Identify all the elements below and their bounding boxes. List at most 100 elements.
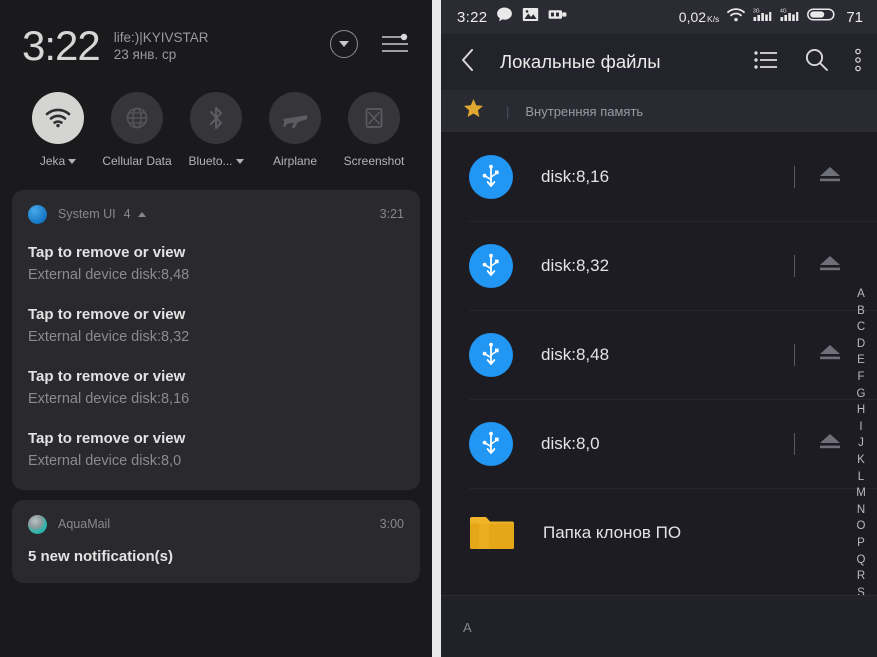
usb-drive-icon: [469, 243, 513, 288]
chevron-down-circle-icon[interactable]: [330, 30, 358, 58]
alpha-index-letter[interactable]: H: [857, 402, 865, 419]
alpha-index-letter[interactable]: P: [857, 535, 865, 552]
alpha-index-letter[interactable]: J: [858, 435, 864, 452]
svg-text:4G: 4G: [780, 9, 787, 15]
alpha-index-letter[interactable]: E: [857, 352, 865, 369]
quick-tile-cellular[interactable]: Cellular Data: [102, 92, 172, 168]
breadcrumb[interactable]: | Внутренняя память: [441, 90, 877, 132]
alpha-index-letter[interactable]: R: [857, 568, 865, 585]
eject-icon[interactable]: [817, 165, 843, 188]
file-row-actions: [794, 165, 877, 188]
notification-subtitle: External device disk:8,32: [28, 329, 190, 345]
breadcrumb-path[interactable]: Внутренняя память: [525, 104, 643, 119]
row-divider: [794, 165, 795, 188]
alpha-index-letter[interactable]: B: [857, 303, 865, 320]
quick-tile-airplane[interactable]: Airplane: [261, 92, 329, 168]
alpha-index-letter[interactable]: I: [859, 419, 862, 436]
more-vertical-icon[interactable]: [855, 48, 861, 77]
signal-3g-icon: 3G: [753, 7, 772, 27]
section-header-letter: A: [463, 620, 472, 635]
screenshot-root: 3:22 life:)|KYIVSTAR 23 янв. ср Jeka Cel…: [0, 0, 877, 657]
signal-4g-icon: 4G: [780, 7, 799, 27]
notification-item[interactable]: Tap to remove or view External device di…: [28, 304, 404, 348]
wifi-icon: [727, 7, 746, 27]
shade-header: 3:22 life:)|KYIVSTAR 23 янв. ср: [0, 0, 432, 68]
aquamail-app-icon: [28, 514, 47, 534]
quick-tile-wifi[interactable]: Jeka: [24, 92, 92, 168]
notification-count: 4: [123, 207, 131, 221]
file-manager-toolbar: Локальные файлы: [441, 34, 877, 90]
sliders-icon[interactable]: [380, 32, 410, 56]
folder-icon: [469, 514, 515, 552]
file-row[interactable]: disk:8,0: [441, 399, 877, 488]
carrier-label: life:)|KYIVSTAR: [113, 30, 209, 45]
airplane-label-text: Airplane: [272, 154, 318, 168]
alpha-index-letter[interactable]: G: [857, 386, 866, 403]
file-name: disk:8,0: [541, 433, 600, 453]
quick-tile-screenshot[interactable]: Screenshot: [340, 92, 408, 168]
notification-body: 5 new notification(s): [28, 548, 174, 565]
alpha-index-letter[interactable]: A: [857, 286, 865, 303]
notification-title: Tap to remove or view: [28, 306, 186, 323]
notification-title: Tap to remove or view: [28, 368, 186, 385]
notification-title: Tap to remove or view: [28, 244, 186, 261]
eject-icon[interactable]: [817, 432, 843, 455]
notification-item[interactable]: Tap to remove or view External device di…: [28, 428, 404, 472]
row-divider: [794, 254, 795, 277]
usb-drive-icon: [469, 154, 513, 199]
notification-item[interactable]: Tap to remove or view External device di…: [28, 242, 404, 286]
file-name: disk:8,16: [541, 166, 610, 186]
shade-clock-meta: life:)|KYIVSTAR 23 янв. ср: [114, 24, 330, 63]
list-view-icon[interactable]: [754, 50, 778, 75]
data-speed-unit: K/s: [707, 14, 720, 24]
file-row[interactable]: disk:8,48: [441, 310, 877, 399]
notification-card-systemui[interactable]: System UI 4 3:21 Tap to remove or view E…: [12, 190, 420, 490]
chevron-left-icon[interactable]: [453, 43, 482, 82]
row-divider: [794, 432, 795, 455]
usb-drive-icon: [469, 421, 513, 466]
status-bar: 3:22 0,02 K/s 3G 4G 71: [441, 0, 877, 34]
chevron-down-icon[interactable]: [68, 158, 77, 164]
notification-subtitle: External device disk:8,0: [28, 453, 182, 469]
alpha-index-letter[interactable]: Q: [857, 552, 866, 569]
wifi-icon: [32, 92, 84, 144]
notification-app-name: AquaMail: [58, 517, 111, 531]
eject-icon[interactable]: [817, 343, 843, 366]
file-row[interactable]: disk:8,16: [441, 132, 877, 221]
date-label: 23 янв. ср: [113, 47, 177, 62]
quick-tile-screenshot-label: Screenshot: [344, 154, 405, 168]
message-bubble-icon: [496, 7, 513, 27]
notification-item[interactable]: Tap to remove or view External device di…: [28, 366, 404, 410]
notification-header: AquaMail 3:00: [28, 514, 404, 534]
panel-divider: [432, 0, 441, 657]
chevron-up-icon[interactable]: [137, 211, 146, 217]
notification-card-aquamail[interactable]: AquaMail 3:00 5 new notification(s): [12, 500, 420, 583]
alpha-index-letter[interactable]: F: [857, 369, 864, 386]
notification-shade-panel: 3:22 life:)|KYIVSTAR 23 янв. ср Jeka Cel…: [0, 0, 432, 657]
screenshot-label-text: Screenshot: [343, 154, 405, 168]
file-name: disk:8,32: [541, 255, 610, 275]
breadcrumb-separator: |: [506, 103, 510, 119]
globe-icon: [111, 92, 163, 144]
alpha-index-letter[interactable]: C: [857, 319, 865, 336]
notification-time: 3:21: [379, 207, 404, 221]
alpha-index-letter[interactable]: N: [857, 502, 865, 519]
notification-title: Tap to remove or view: [28, 430, 186, 447]
alpha-index-letter[interactable]: K: [857, 452, 865, 469]
file-row[interactable]: Папка клонов ПО: [441, 488, 877, 577]
row-divider: [794, 343, 795, 366]
file-list: disk:8,16 disk:8,32 disk:8,48 disk:8,0 П…: [441, 132, 877, 577]
usb-icon: [548, 8, 567, 26]
alpha-index-letter[interactable]: L: [858, 469, 864, 486]
quick-tile-bluetooth[interactable]: Blueto...: [182, 92, 250, 168]
status-bar-left: 3:22: [457, 7, 567, 27]
battery-icon: [807, 7, 835, 27]
chevron-down-icon[interactable]: [235, 158, 244, 164]
star-icon[interactable]: [463, 98, 484, 124]
alpha-index-letter[interactable]: D: [857, 336, 865, 353]
file-row[interactable]: disk:8,32: [441, 221, 877, 310]
alpha-index-letter[interactable]: O: [857, 518, 866, 535]
alpha-index-letter[interactable]: M: [856, 485, 866, 502]
search-icon[interactable]: [804, 47, 829, 77]
eject-icon[interactable]: [817, 254, 843, 277]
